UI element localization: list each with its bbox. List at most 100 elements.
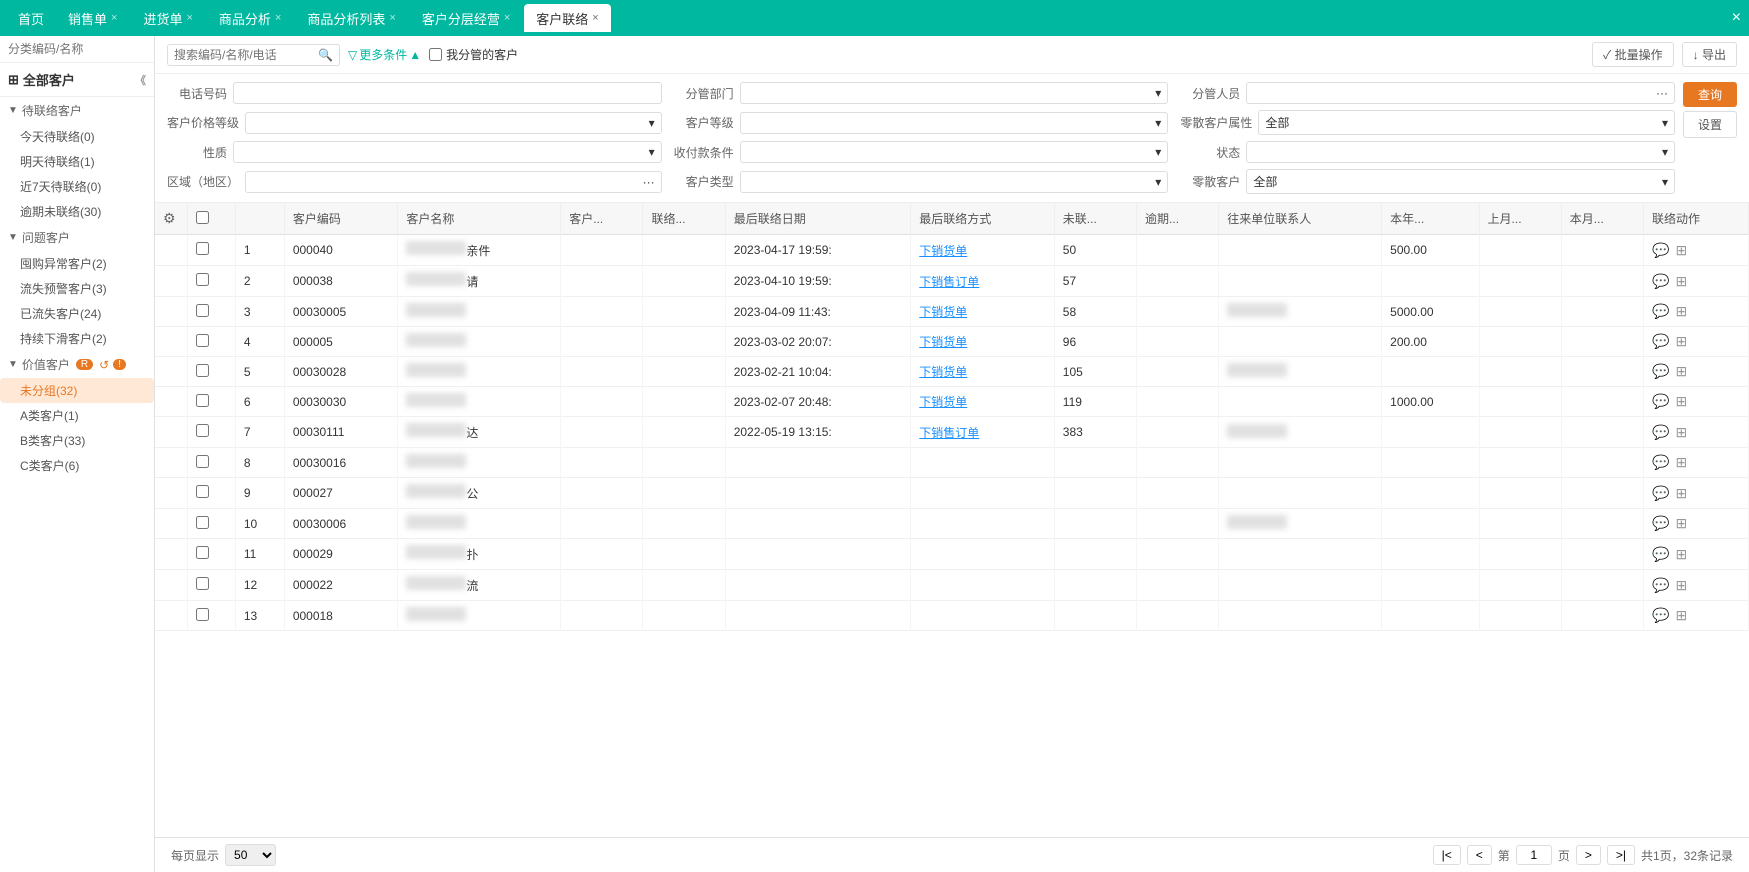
- search-input[interactable]: [174, 48, 314, 62]
- filter-region-select[interactable]: ···: [245, 171, 662, 193]
- refresh-icon[interactable]: ↺: [99, 358, 109, 372]
- grid-action-icon[interactable]: ⊞: [1675, 303, 1687, 320]
- tab-product-analysis-list[interactable]: 商品分析列表 ×: [295, 4, 407, 32]
- per-page-select[interactable]: 50 20 100: [225, 844, 276, 866]
- sidebar-all-customers[interactable]: ⊞ 全部客户 《: [0, 63, 154, 97]
- col-last-method[interactable]: 最后联络方式: [911, 203, 1055, 235]
- sidebar-item-churn-warning[interactable]: 流失预警客户(3): [0, 276, 154, 301]
- close-product-analysis-tab[interactable]: ×: [275, 12, 281, 24]
- row-checkbox[interactable]: [196, 424, 209, 437]
- message-icon[interactable]: 💬: [1652, 303, 1669, 320]
- filter-payment-select[interactable]: ▾: [740, 141, 1169, 163]
- filter-person-select[interactable]: ···: [1246, 82, 1675, 104]
- col-not-contact[interactable]: 未联...: [1054, 203, 1136, 235]
- filter-customer-type-select[interactable]: ▾: [740, 171, 1169, 193]
- last-method-link[interactable]: 下销售订单: [919, 426, 979, 440]
- select-all-checkbox[interactable]: [196, 211, 209, 224]
- close-purchase-tab[interactable]: ×: [186, 12, 192, 24]
- row-checkbox[interactable]: [196, 455, 209, 468]
- filter-price-level-select[interactable]: ▾: [245, 112, 662, 134]
- last-method-link[interactable]: 下销货单: [919, 244, 967, 258]
- message-icon[interactable]: 💬: [1652, 424, 1669, 441]
- sidebar-item-churned[interactable]: 已流失客户(24): [0, 301, 154, 326]
- grid-action-icon[interactable]: ⊞: [1675, 546, 1687, 563]
- sidebar-collapse-btn[interactable]: 《: [135, 72, 146, 88]
- sidebar-item-abnormal-hoard[interactable]: 囤购异常客户(2): [0, 251, 154, 276]
- grid-action-icon[interactable]: ⊞: [1675, 363, 1687, 380]
- filter-scatter-select[interactable]: 全部 ▾: [1246, 169, 1675, 194]
- export-btn[interactable]: ↓ 导出: [1682, 42, 1737, 67]
- message-icon[interactable]: 💬: [1652, 333, 1669, 350]
- home-tab[interactable]: 首页: [8, 9, 54, 28]
- last-method-link[interactable]: 下销货单: [919, 365, 967, 379]
- row-checkbox[interactable]: [196, 273, 209, 286]
- grid-action-icon[interactable]: ⊞: [1675, 273, 1687, 290]
- grid-action-icon[interactable]: ⊞: [1675, 485, 1687, 502]
- message-icon[interactable]: 💬: [1652, 242, 1669, 259]
- grid-action-icon[interactable]: ⊞: [1675, 393, 1687, 410]
- row-checkbox[interactable]: [196, 334, 209, 347]
- sidebar-item-overdue[interactable]: 逾期未联络(30): [0, 199, 154, 224]
- message-icon[interactable]: 💬: [1652, 515, 1669, 532]
- filter-status-select[interactable]: ▾: [1246, 141, 1675, 163]
- message-icon[interactable]: 💬: [1652, 607, 1669, 624]
- message-icon[interactable]: 💬: [1652, 454, 1669, 471]
- message-icon[interactable]: 💬: [1652, 485, 1669, 502]
- close-all-tabs[interactable]: ×: [1732, 9, 1741, 27]
- prev-page-btn[interactable]: <: [1467, 845, 1492, 865]
- col-customer-type[interactable]: 客户...: [561, 203, 643, 235]
- last-method-link[interactable]: 下销货单: [919, 395, 967, 409]
- col-contact[interactable]: 联络...: [643, 203, 725, 235]
- last-page-btn[interactable]: >|: [1607, 845, 1635, 865]
- close-sales-tab[interactable]: ×: [111, 12, 117, 24]
- first-page-btn[interactable]: |<: [1433, 845, 1461, 865]
- more-conditions-btn[interactable]: ▽ 更多条件 ▲: [348, 46, 421, 63]
- row-checkbox[interactable]: [196, 546, 209, 559]
- message-icon[interactable]: 💬: [1652, 546, 1669, 563]
- close-customer-contact-tab[interactable]: ×: [592, 12, 598, 24]
- tab-sales[interactable]: 销售单 ×: [56, 4, 129, 32]
- grid-action-icon[interactable]: ⊞: [1675, 454, 1687, 471]
- grid-action-icon[interactable]: ⊞: [1675, 242, 1687, 259]
- tab-customer-contact[interactable]: 客户联络 ×: [524, 4, 610, 32]
- filter-scatter-attr-select[interactable]: 全部 ▾: [1258, 110, 1675, 135]
- grid-action-icon[interactable]: ⊞: [1675, 424, 1687, 441]
- tab-product-analysis[interactable]: 商品分析 ×: [207, 4, 293, 32]
- row-checkbox[interactable]: [196, 394, 209, 407]
- row-checkbox[interactable]: [196, 364, 209, 377]
- filter-phone-input[interactable]: [233, 82, 662, 104]
- col-last-date[interactable]: 最后联络日期: [725, 203, 911, 235]
- batch-op-btn[interactable]: ✓ 批量操作: [1592, 42, 1674, 67]
- close-customer-tier-tab[interactable]: ×: [504, 12, 510, 24]
- sidebar-group-value-title[interactable]: ▼ 价值客户 R ↺ !: [0, 351, 154, 378]
- next-page-btn[interactable]: >: [1576, 845, 1601, 865]
- sidebar-item-ungrouped[interactable]: 未分组(32): [0, 378, 154, 403]
- col-this-year[interactable]: 本年...: [1382, 203, 1479, 235]
- row-checkbox[interactable]: [196, 516, 209, 529]
- sidebar-item-classB[interactable]: B类客户(33): [0, 428, 154, 453]
- grid-action-icon[interactable]: ⊞: [1675, 333, 1687, 350]
- sidebar-item-classC[interactable]: C类客户(6): [0, 453, 154, 478]
- sidebar-search-input[interactable]: [8, 42, 155, 56]
- sidebar-item-classA[interactable]: A类客户(1): [0, 403, 154, 428]
- sidebar-item-7days[interactable]: 近7天待联络(0): [0, 174, 154, 199]
- close-product-analysis-list-tab[interactable]: ×: [389, 12, 395, 24]
- col-inter-company[interactable]: 往来单位联系人: [1219, 203, 1382, 235]
- col-customer-name[interactable]: 客户名称: [398, 203, 561, 235]
- col-last-month[interactable]: 上月...: [1479, 203, 1561, 235]
- my-customers-checkbox[interactable]: [429, 48, 442, 61]
- row-checkbox[interactable]: [196, 577, 209, 590]
- search-icon[interactable]: 🔍: [318, 48, 333, 62]
- message-icon[interactable]: 💬: [1652, 577, 1669, 594]
- last-method-link[interactable]: 下销货单: [919, 335, 967, 349]
- col-gear[interactable]: ⚙: [155, 203, 187, 235]
- settings-icon[interactable]: ⚙: [163, 210, 176, 226]
- col-overdue[interactable]: 逾期...: [1137, 203, 1219, 235]
- sidebar-item-tomorrow[interactable]: 明天待联络(1): [0, 149, 154, 174]
- sidebar-group-problem-title[interactable]: ▼ 问题客户: [0, 224, 154, 251]
- grid-action-icon[interactable]: ⊞: [1675, 577, 1687, 594]
- grid-action-icon[interactable]: ⊞: [1675, 607, 1687, 624]
- sidebar-group-pending-title[interactable]: ▼ 待联络客户: [0, 97, 154, 124]
- row-checkbox[interactable]: [196, 608, 209, 621]
- tab-purchase[interactable]: 进货单 ×: [131, 4, 204, 32]
